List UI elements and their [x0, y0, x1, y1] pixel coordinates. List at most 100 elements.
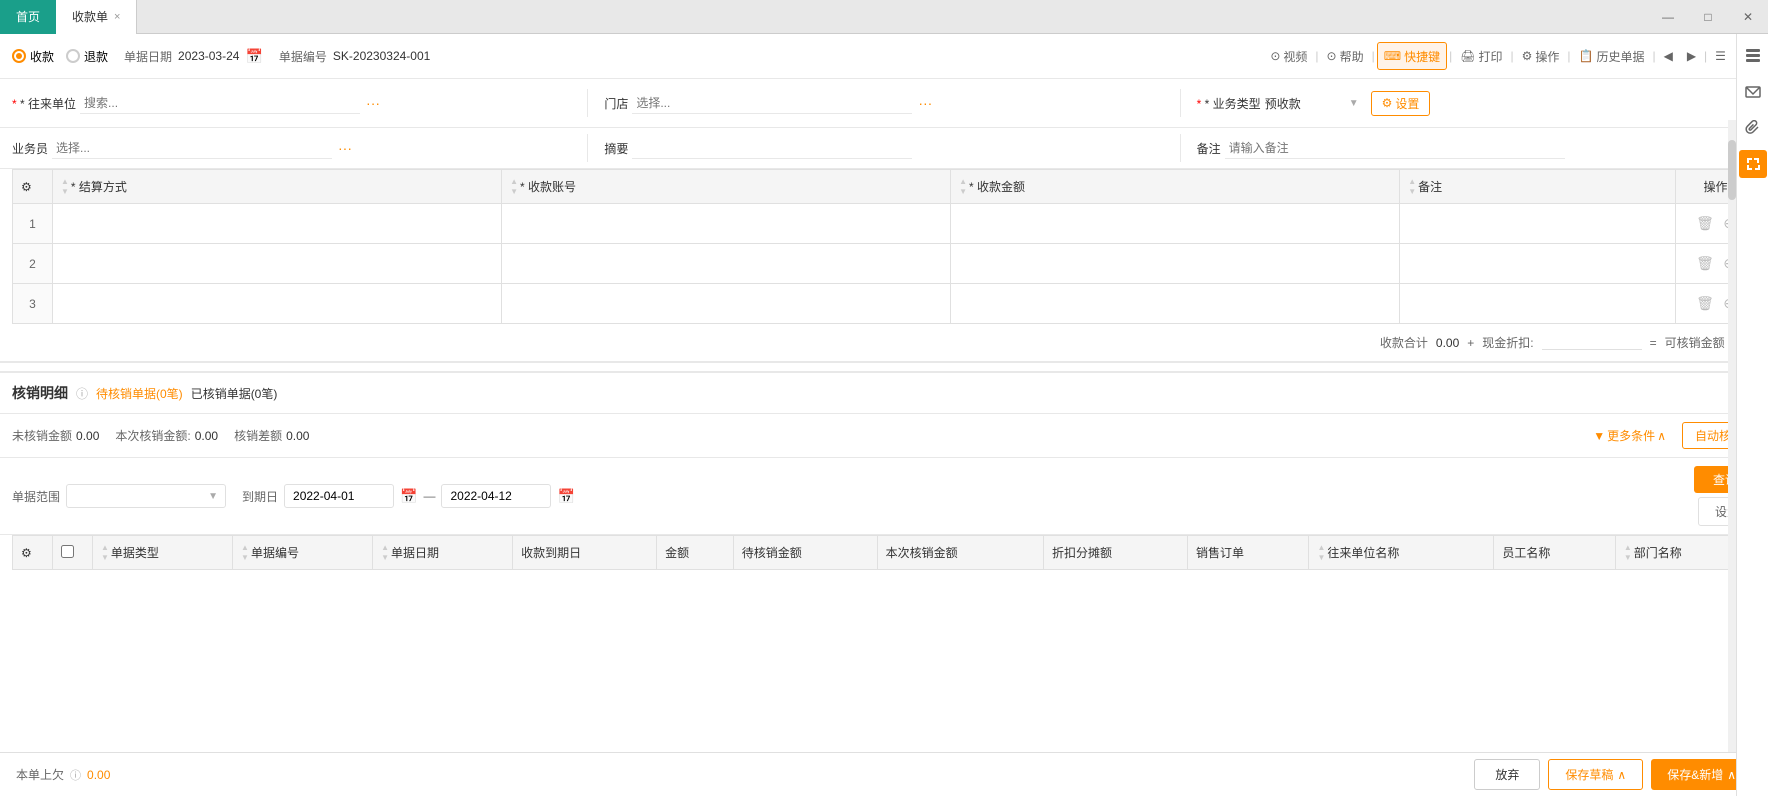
to-cal-icon[interactable]: 📅: [557, 488, 574, 505]
scrollbar[interactable]: [1728, 120, 1736, 752]
section-info-icon[interactable]: ⓘ: [76, 385, 88, 402]
counterpart-input[interactable]: [80, 93, 360, 114]
divider-4: [1180, 134, 1181, 162]
window-controls: — □ ✕: [1648, 0, 1768, 34]
biz-type-dropdown-icon[interactable]: ▼: [1349, 98, 1359, 109]
shortcut-button[interactable]: ⌨ 快捷键: [1377, 42, 1447, 70]
tab-receipt[interactable]: 收款单 ×: [56, 0, 137, 34]
more-conditions-label: 更多条件: [1607, 427, 1655, 444]
equals-sign: =: [1650, 336, 1657, 350]
actions-button[interactable]: ⚙ 操作: [1516, 42, 1566, 70]
shop-group: 门店 ···: [604, 93, 1163, 114]
settings-label: 设置: [1395, 95, 1419, 112]
bottom-settings-header[interactable]: ⚙: [13, 536, 53, 570]
due-date-filter: 到期日 📅 — 📅: [242, 484, 575, 508]
select-all-checkbox[interactable]: [61, 545, 74, 558]
radio-refund-circle: [66, 49, 80, 63]
history-button[interactable]: 📋 历史单据: [1572, 42, 1650, 70]
to-date-input[interactable]: [441, 484, 551, 508]
summary-input[interactable]: [632, 138, 912, 159]
doc-num-label: 单据编号: [279, 48, 327, 65]
more-conditions-button[interactable]: ▼ 更多条件 ∧: [1593, 427, 1666, 444]
cash-discount-label: 现金折扣:: [1482, 334, 1533, 351]
from-date-input[interactable]: [284, 484, 394, 508]
help-button[interactable]: ⊙ 帮助: [1321, 42, 1370, 70]
table-settings-header[interactable]: ⚙: [13, 170, 53, 204]
row1-settlement[interactable]: [53, 204, 502, 244]
row2-note[interactable]: [1400, 244, 1676, 284]
bottom-checkbox-header[interactable]: [53, 536, 93, 570]
row3-note[interactable]: [1400, 284, 1676, 324]
maximize-button[interactable]: □: [1688, 0, 1728, 34]
row2-account[interactable]: [502, 244, 951, 284]
shop-input[interactable]: [632, 93, 912, 114]
col-amount-bottom: 金额: [657, 536, 734, 570]
form-fields-2: 业务员 ··· 摘要 备注: [0, 128, 1768, 169]
receipt-table-section: ⚙ ▲▼ * 结算方式 ▲▼ * 收款账号: [0, 169, 1768, 324]
settings-gear-icon[interactable]: ⚙: [21, 180, 32, 194]
col-pending-amount: 待核销金额: [733, 536, 877, 570]
staff-input[interactable]: [52, 138, 332, 159]
note-input[interactable]: [1225, 138, 1565, 159]
done-tab[interactable]: 已核销单据(0笔): [191, 385, 278, 402]
row3-account[interactable]: [502, 284, 951, 324]
layout-list[interactable]: ☰: [1709, 42, 1732, 70]
print-label: 打印: [1478, 48, 1502, 65]
shop-more-icon[interactable]: ···: [918, 95, 932, 111]
calendar-icon[interactable]: 📅: [245, 48, 262, 65]
print-button[interactable]: 🖨 打印: [1454, 42, 1508, 70]
doc-num-value[interactable]: SK-20230324-001: [333, 49, 430, 63]
table-row: 2 🗑 ⊕: [13, 244, 1756, 284]
tab-home[interactable]: 首页: [0, 0, 56, 34]
scrollbar-thumb[interactable]: [1728, 140, 1736, 200]
side-icon-table[interactable]: [1739, 42, 1767, 70]
nav-next[interactable]: ▶: [1681, 42, 1702, 70]
video-button[interactable]: ⊙ 视频: [1264, 42, 1313, 70]
filter-icon: ▼: [1593, 429, 1605, 443]
close-icon: ✕: [1743, 10, 1753, 24]
footer-info-icon[interactable]: ⓘ: [70, 767, 81, 783]
counterpart-more-icon[interactable]: ···: [366, 95, 380, 111]
col-counterpart-name: ▲▼ 往来单位名称: [1309, 536, 1494, 570]
biz-type-value[interactable]: 预收款: [1265, 95, 1345, 112]
date-range-sep: —: [423, 489, 435, 503]
date-value[interactable]: 2023-03-24: [178, 49, 239, 63]
row2-amount[interactable]: [951, 244, 1400, 284]
save-arrow-icon: ∧: [1727, 768, 1736, 782]
staff-more-icon[interactable]: ···: [338, 140, 352, 156]
minimize-button[interactable]: —: [1648, 0, 1688, 34]
bottom-settings-icon[interactable]: ⚙: [21, 546, 32, 560]
close-button[interactable]: ✕: [1728, 0, 1768, 34]
this-check-value: 0.00: [195, 429, 218, 443]
date-label: 单据日期: [124, 48, 172, 65]
doc-range-select[interactable]: [66, 484, 226, 508]
row3-amount[interactable]: [951, 284, 1400, 324]
row3-settlement[interactable]: [53, 284, 502, 324]
side-icon-expand[interactable]: [1739, 150, 1767, 178]
keyboard-icon: ⌨: [1384, 49, 1401, 63]
row2-delete-icon[interactable]: 🗑: [1696, 255, 1714, 271]
footer-label: 本单上欠: [16, 766, 64, 783]
nav-prev[interactable]: ◀: [1658, 42, 1679, 70]
summary-group: 摘要: [604, 138, 1163, 159]
row2-settlement[interactable]: [53, 244, 502, 284]
radio-refund[interactable]: 退款: [66, 48, 108, 65]
row1-note[interactable]: [1400, 204, 1676, 244]
row1-account[interactable]: [502, 204, 951, 244]
help-label: 帮助: [1340, 48, 1364, 65]
discard-button[interactable]: 放弃: [1474, 759, 1540, 790]
radio-receipt[interactable]: 收款: [12, 48, 54, 65]
settings-button[interactable]: ⚙ 设置: [1371, 91, 1431, 116]
row1-amount[interactable]: [951, 204, 1400, 244]
from-cal-icon[interactable]: 📅: [400, 488, 417, 505]
actions-icon: ⚙: [1522, 49, 1533, 63]
save-draft-button[interactable]: 保存草稿 ∧: [1548, 759, 1643, 790]
row3-delete-icon[interactable]: 🗑: [1696, 295, 1714, 311]
row1-delete-icon[interactable]: 🗑: [1696, 215, 1714, 231]
pending-tab[interactable]: 待核销单据(0笔): [96, 385, 183, 402]
side-icon-email[interactable]: [1739, 78, 1767, 106]
cash-discount-input[interactable]: [1542, 335, 1642, 350]
side-icon-attachment[interactable]: [1739, 114, 1767, 142]
tab-home-label: 首页: [16, 8, 40, 25]
tab-close-icon[interactable]: ×: [114, 11, 120, 23]
